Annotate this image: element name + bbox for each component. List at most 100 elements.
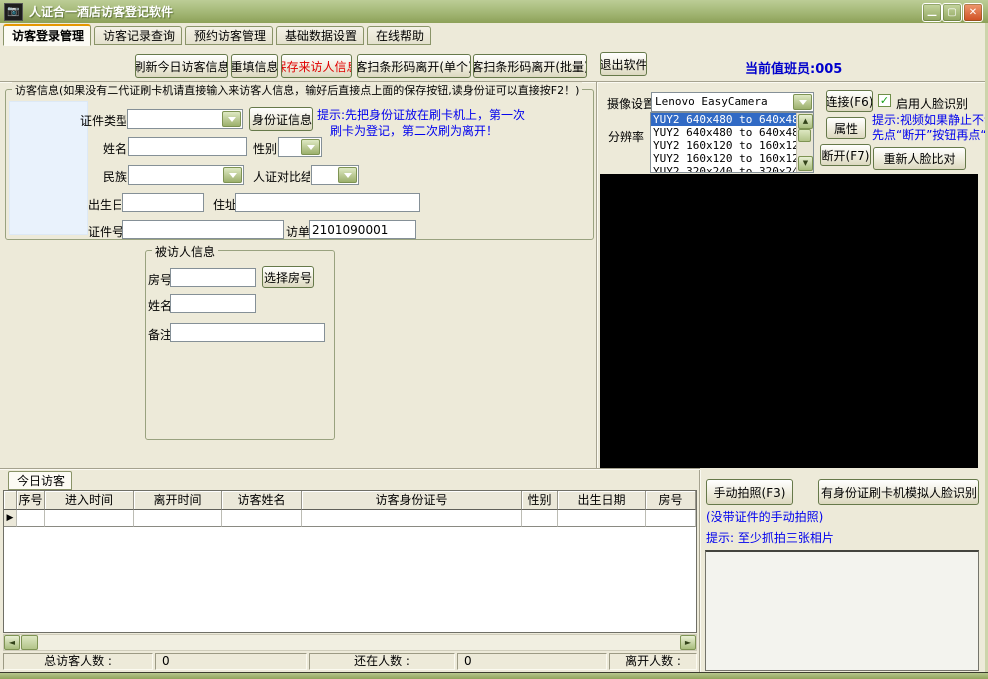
panel-divider: [596, 82, 598, 470]
manual-capture-note: (没带证件的手动拍照): [706, 510, 824, 524]
visit-number-input[interactable]: [309, 220, 416, 239]
table-cell: [522, 510, 558, 527]
col-header-name[interactable]: 访客姓名: [222, 491, 302, 510]
resolution-scrollbar[interactable]: ▲ ▼: [796, 113, 813, 172]
table-cell: [134, 510, 222, 527]
window-bottom-border: [0, 672, 988, 679]
camera-connect-button[interactable]: 连接(F6): [826, 90, 873, 112]
simulate-face-recognition-button[interactable]: 有身份证刷卡机模拟人脸识别: [818, 479, 979, 505]
maximize-button[interactable]: ▢: [942, 3, 962, 22]
refresh-today-visitors-button[interactable]: 刷新今日访客信息: [135, 54, 228, 78]
choose-room-button[interactable]: 选择房号: [262, 266, 314, 288]
check-icon: ✓: [879, 94, 890, 107]
visitor-photo-placeholder: [9, 101, 88, 235]
tab-online-help[interactable]: 在线帮助: [367, 26, 431, 45]
scroll-up-icon[interactable]: ▲: [798, 114, 813, 129]
table-cell: [558, 510, 646, 527]
col-header-entry[interactable]: 进入时间: [45, 491, 134, 510]
face-recompare-button[interactable]: 重新人脸比对: [873, 147, 966, 170]
total-visitors-label: 总访客人数 :: [3, 653, 153, 670]
ethnicity-select[interactable]: [128, 165, 244, 185]
app-camera-icon: 📷: [4, 2, 23, 21]
col-header-birth[interactable]: 出生日期: [558, 491, 646, 510]
table-cell: [45, 510, 134, 527]
cert-type-select[interactable]: [127, 109, 243, 129]
scrollbar-thumb[interactable]: [798, 129, 811, 142]
table-row[interactable]: ▶: [4, 510, 696, 527]
exit-button[interactable]: 退出软件: [600, 52, 647, 76]
col-header-seq[interactable]: 序号: [17, 491, 45, 510]
manual-capture-button[interactable]: 手动拍照(F3): [706, 479, 793, 505]
refill-info-button[interactable]: 重填信息: [231, 54, 278, 78]
address-label: 住址: [213, 198, 238, 212]
resolution-option[interactable]: YUY2 320x240 to 320x240: [651, 165, 813, 172]
resolution-listbox[interactable]: YUY2 640x480 to 640x480 YUY2 640x480 to …: [650, 112, 814, 173]
chevron-down-icon[interactable]: [338, 167, 357, 183]
minimize-icon: —: [927, 10, 937, 21]
visitor-info-group-title: 访客信息(如果没有二代证刷卡机请直接输入来访客人信息，输好后直接点上面的保存按钮…: [12, 82, 583, 98]
face-compare-result-select[interactable]: [311, 165, 359, 185]
close-button[interactable]: ✕: [963, 3, 983, 22]
face-recognition-checkbox[interactable]: ✓: [878, 94, 891, 107]
col-header-gender[interactable]: 性别: [522, 491, 558, 510]
captured-photos-panel: [705, 550, 979, 671]
chevron-down-icon[interactable]: [793, 94, 812, 110]
tab-base-settings[interactable]: 基础数据设置: [276, 26, 364, 45]
camera-device-value: Lenovo EasyCamera: [655, 95, 768, 108]
today-visitors-table[interactable]: 序号 进入时间 离开时间 访客姓名 访客身份证号 性别 出生日期 房号 ▶: [3, 490, 697, 633]
scroll-right-icon[interactable]: ►: [680, 635, 696, 650]
col-header-leave[interactable]: 离开时间: [134, 491, 222, 510]
barcode-leave-single-button[interactable]: 客扫条形码离开(单个): [357, 54, 471, 78]
birth-date-label: 出生日期: [88, 198, 121, 212]
camera-properties-button[interactable]: 属性: [826, 117, 866, 139]
chevron-down-icon[interactable]: [223, 167, 242, 183]
chevron-down-icon[interactable]: [222, 111, 241, 127]
gender-select[interactable]: [278, 137, 322, 157]
remark-label: 备注: [148, 328, 173, 342]
table-cell: [302, 510, 522, 527]
chevron-down-icon[interactable]: [301, 139, 320, 155]
read-id-card-button[interactable]: 身份证信息(F2): [249, 107, 313, 131]
resolution-option-selected[interactable]: YUY2 640x480 to 640x480: [651, 113, 813, 126]
table-cell: [646, 510, 696, 527]
tab-reservations[interactable]: 预约访客管理: [185, 26, 273, 45]
barcode-leave-batch-button[interactable]: 客扫条形码离开(批量): [473, 54, 587, 78]
id-card-hint-line1: 提示:先把身份证放在刷卡机上，第一次: [317, 108, 526, 122]
birth-date-input[interactable]: [122, 193, 204, 212]
tab-visitor-records[interactable]: 访客记录查询: [94, 26, 182, 45]
table-header-row: 序号 进入时间 离开时间 访客姓名 访客身份证号 性别 出生日期 房号: [4, 491, 696, 510]
present-count-value: 0: [457, 653, 607, 670]
tab-label: 访客记录查询: [103, 29, 176, 43]
table-horizontal-scrollbar[interactable]: ◄ ►: [3, 634, 697, 651]
col-header-room[interactable]: 房号: [646, 491, 696, 510]
scroll-down-icon[interactable]: ▼: [798, 156, 813, 171]
cert-number-input[interactable]: [122, 220, 284, 239]
visited-person-group-title: 被访人信息: [152, 243, 219, 260]
camera-device-select[interactable]: Lenovo EasyCamera: [651, 92, 814, 112]
room-number-input[interactable]: [170, 268, 256, 287]
room-number-label: 房号: [148, 273, 173, 287]
remark-input[interactable]: [170, 323, 325, 342]
visited-name-input[interactable]: [170, 294, 256, 313]
maximize-icon: ▢: [947, 7, 957, 18]
table-cell: [17, 510, 45, 527]
col-header-idcard[interactable]: 访客身份证号: [302, 491, 522, 510]
name-input[interactable]: [128, 137, 247, 156]
camera-settings-label: 摄像设置: [607, 97, 651, 111]
visited-name-label: 姓名: [148, 299, 173, 313]
tab-label: 访客登录管理: [12, 29, 85, 43]
scrollbar-thumb[interactable]: [21, 635, 38, 650]
resolution-option[interactable]: YUY2 160x120 to 160x120: [651, 152, 813, 165]
app-window: 📷 人证合一酒店访客登记软件 — ▢ ✕ 访客登录管理 访客记录查询 预约访客管…: [0, 0, 988, 679]
tab-visitor-register[interactable]: 访客登录管理: [3, 24, 91, 46]
camera-disconnect-button[interactable]: 断开(F7): [820, 144, 871, 166]
minimize-button[interactable]: —: [922, 3, 942, 22]
resolution-option[interactable]: YUY2 640x480 to 640x480: [651, 126, 813, 139]
tab-today-visitors[interactable]: 今日访客: [8, 471, 72, 490]
address-input[interactable]: [235, 193, 420, 212]
save-visitor-button[interactable]: 保存来访人信息: [281, 54, 352, 78]
scroll-left-icon[interactable]: ◄: [4, 635, 20, 650]
current-row-marker-icon: ▶: [4, 510, 17, 527]
resolution-option[interactable]: YUY2 160x120 to 160x120: [651, 139, 813, 152]
tab-label: 预约访客管理: [194, 29, 267, 43]
